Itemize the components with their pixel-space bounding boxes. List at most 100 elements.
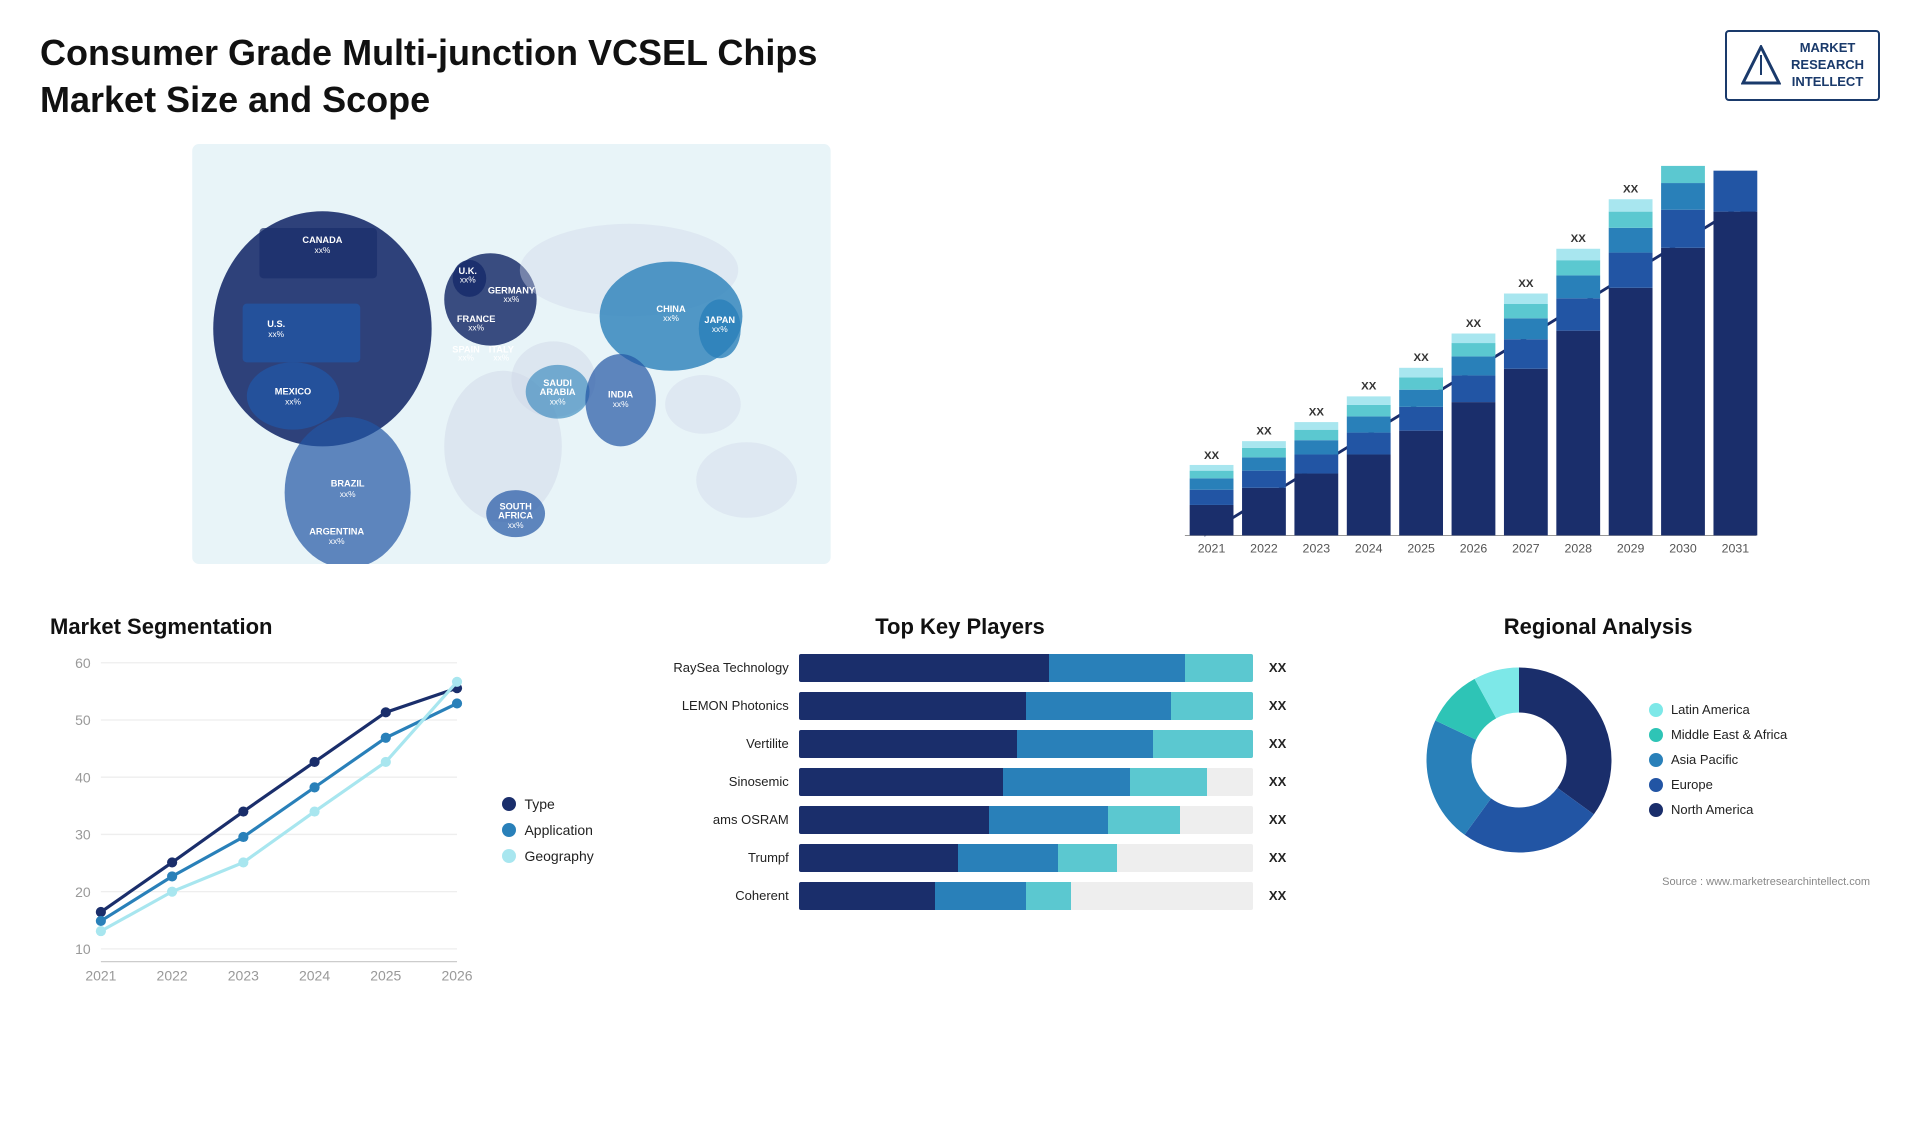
seg-chart-container: 60 50 40 30 20 10 2021 2022 2023 2024 20… (50, 650, 594, 1011)
seg-legend-application: Application (502, 822, 593, 838)
svg-text:xx%: xx% (285, 396, 301, 406)
player-bar-bg (799, 692, 1253, 720)
svg-text:2029: 2029 (1617, 541, 1645, 555)
player-bar-seg3 (1058, 844, 1117, 872)
svg-text:XX: XX (1256, 425, 1272, 437)
svg-text:BRAZIL: BRAZIL (331, 478, 365, 488)
player-bar-bg (799, 844, 1253, 872)
svg-text:xx%: xx% (712, 324, 728, 334)
top-row: CANADA xx% U.S. xx% MEXICO xx% BRAZIL xx… (40, 144, 1880, 564)
legend-middle-east: Middle East & Africa (1649, 727, 1787, 742)
player-xx-label: XX (1269, 698, 1286, 713)
player-row: RaySea TechnologyXX (634, 654, 1287, 682)
regional-legend: Latin America Middle East & Africa Asia … (1649, 702, 1787, 817)
svg-text:xx%: xx% (493, 352, 509, 362)
players-title: Top Key Players (634, 614, 1287, 640)
svg-text:XX: XX (1309, 406, 1325, 418)
svg-text:XX: XX (1675, 164, 1691, 167)
svg-text:xx%: xx% (315, 245, 331, 255)
svg-text:10: 10 (75, 941, 91, 957)
svg-text:2026: 2026 (441, 967, 472, 983)
svg-text:2025: 2025 (1407, 541, 1435, 555)
player-xx-label: XX (1269, 774, 1286, 789)
player-bar-seg2 (1017, 730, 1153, 758)
player-bar-container (799, 882, 1253, 910)
player-bar-seg3 (1185, 654, 1253, 682)
svg-text:2023: 2023 (228, 967, 259, 983)
bar-chart-section: 2021 2022 2023 2024 2025 2026 2027 2028 … (1023, 144, 1880, 564)
player-row: TrumpfXX (634, 844, 1287, 872)
svg-text:2021: 2021 (1198, 541, 1226, 555)
world-map-svg: CANADA xx% U.S. xx% MEXICO xx% BRAZIL xx… (40, 144, 983, 564)
player-bar-container (799, 654, 1253, 682)
segment-title: Market Segmentation (50, 614, 594, 640)
svg-text:MEXICO: MEXICO (275, 386, 311, 396)
player-bar-bg (799, 882, 1253, 910)
svg-text:30: 30 (75, 826, 91, 842)
svg-text:60: 60 (75, 654, 91, 670)
source-text: Source : www.marketresearchintellect.com (1326, 876, 1870, 888)
svg-text:2024: 2024 (1355, 541, 1383, 555)
player-bar-seg1 (799, 692, 1026, 720)
logo: MARKET RESEARCH INTELLECT (1725, 30, 1880, 101)
donut-wrap (1409, 650, 1629, 870)
svg-text:XX: XX (1413, 352, 1429, 364)
player-bar-seg1 (799, 806, 990, 834)
type-label: Type (524, 796, 554, 812)
player-name: Vertilite (634, 736, 789, 751)
svg-text:XX: XX (1518, 277, 1534, 289)
players-list: RaySea TechnologyXXLEMON PhotonicsXXVert… (634, 654, 1287, 910)
player-bar-seg1 (799, 730, 1017, 758)
svg-text:xx%: xx% (504, 294, 520, 304)
player-row: ams OSRAMXX (634, 806, 1287, 834)
svg-text:2025: 2025 (370, 967, 401, 983)
svg-text:50: 50 (75, 712, 91, 728)
svg-text:2022: 2022 (1250, 541, 1278, 555)
player-row: LEMON Photonics XX (634, 692, 1287, 720)
legend-latin-america: Latin America (1649, 702, 1787, 717)
svg-text:20: 20 (75, 883, 91, 899)
player-bar-bg (799, 806, 1253, 834)
player-bar-container (799, 844, 1253, 872)
player-xx-label: XX (1269, 888, 1286, 903)
player-row: CoherentXX (634, 882, 1287, 910)
europe-label: Europe (1671, 777, 1713, 792)
svg-text:2030: 2030 (1669, 541, 1697, 555)
player-xx-label: XX (1269, 736, 1286, 751)
svg-text:xx%: xx% (460, 274, 476, 284)
middle-east-dot (1649, 728, 1663, 742)
player-bar-seg3 (1130, 768, 1207, 796)
player-bar-bg (799, 730, 1253, 758)
svg-text:2026: 2026 (1460, 541, 1488, 555)
player-name: LEMON Photonics (634, 698, 789, 713)
player-bar-seg2 (958, 844, 1058, 872)
middle-east-label: Middle East & Africa (1671, 727, 1787, 742)
svg-text:xx%: xx% (663, 313, 679, 323)
latin-america-dot (1649, 703, 1663, 717)
regional-section: Regional Analysis (1316, 604, 1880, 1021)
asia-pacific-label: Asia Pacific (1671, 752, 1738, 767)
regional-content: Latin America Middle East & Africa Asia … (1326, 650, 1870, 870)
player-bar-seg2 (1003, 768, 1130, 796)
player-bar-seg2 (935, 882, 1026, 910)
player-row: Sinosemic XX (634, 768, 1287, 796)
player-bar-seg3 (1108, 806, 1181, 834)
svg-text:xx%: xx% (268, 329, 284, 339)
player-bar-seg2 (989, 806, 1107, 834)
player-name: RaySea Technology (634, 660, 789, 675)
player-row: Vertilite XX (634, 730, 1287, 758)
latin-america-label: Latin America (1671, 702, 1750, 717)
page-header: Consumer Grade Multi-junction VCSEL Chip… (40, 30, 1880, 124)
player-name: Trumpf (634, 850, 789, 865)
svg-text:2031: 2031 (1721, 541, 1749, 555)
seg-legend: Type Application Geography (502, 796, 593, 864)
svg-text:xx%: xx% (508, 519, 524, 529)
player-name: Sinosemic (634, 774, 789, 789)
north-america-label: North America (1671, 802, 1753, 817)
svg-text:xx%: xx% (550, 396, 566, 406)
player-xx-label: XX (1269, 812, 1286, 827)
player-bar-seg2 (1049, 654, 1185, 682)
player-bar-container (799, 692, 1253, 720)
player-bar-seg1 (799, 654, 1049, 682)
svg-text:XX: XX (1570, 233, 1586, 245)
